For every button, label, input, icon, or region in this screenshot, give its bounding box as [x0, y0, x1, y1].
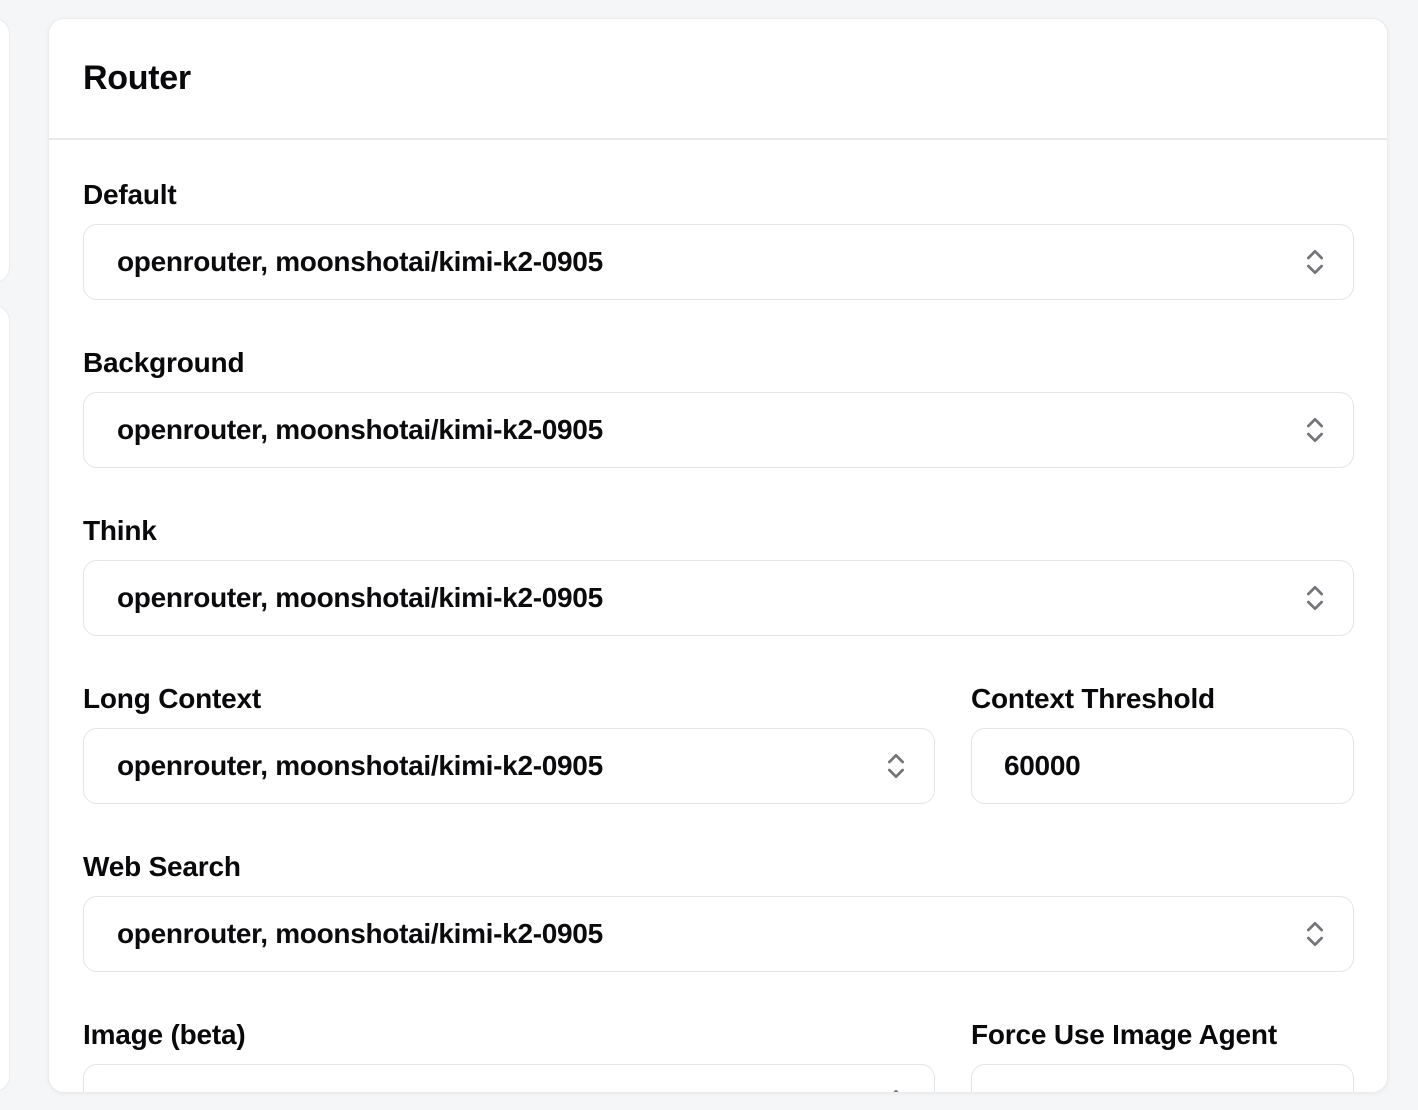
web-search-label: Web Search	[83, 851, 241, 882]
default-label: Default	[83, 179, 177, 210]
context-threshold-input[interactable]	[971, 728, 1354, 804]
field-group-think: Think openrouter, moonshotai/kimi-k2-090…	[83, 514, 1354, 636]
field-group-force-use-image-agent: Force Use Image Agent	[971, 1018, 1354, 1092]
chevrons-up-down-icon	[880, 750, 912, 782]
field-group-long-context: Long Context openrouter, moonshotai/kimi…	[83, 682, 935, 804]
field-group-context-threshold: Context Threshold	[971, 682, 1354, 804]
image-label: Image (beta)	[83, 1019, 246, 1050]
think-model-select[interactable]: openrouter, moonshotai/kimi-k2-0905	[83, 560, 1354, 636]
think-model-value: openrouter, moonshotai/kimi-k2-0905	[117, 582, 603, 613]
field-row-long-context: Long Context openrouter, moonshotai/kimi…	[83, 682, 1354, 804]
chevrons-up-down-icon	[1299, 582, 1331, 614]
partial-card-left-bottom	[0, 305, 10, 1092]
background-label: Background	[83, 347, 245, 378]
field-group-default: Default openrouter, moonshotai/kimi-k2-0…	[83, 178, 1354, 300]
web-search-model-select[interactable]: openrouter, moonshotai/kimi-k2-0905	[83, 896, 1354, 972]
card-content: Default openrouter, moonshotai/kimi-k2-0…	[49, 140, 1387, 1092]
field-group-background: Background openrouter, moonshotai/kimi-k…	[83, 346, 1354, 468]
card-header: Router	[49, 19, 1387, 140]
long-context-model-select[interactable]: openrouter, moonshotai/kimi-k2-0905	[83, 728, 935, 804]
long-context-label: Long Context	[83, 683, 262, 714]
page-title: Router	[83, 59, 191, 97]
image-model-select[interactable]	[83, 1064, 935, 1092]
web-search-model-value: openrouter, moonshotai/kimi-k2-0905	[117, 918, 603, 949]
context-threshold-label: Context Threshold	[971, 683, 1215, 714]
chevrons-up-down-icon	[1299, 246, 1331, 278]
router-settings-card: Router Default openrouter, moonshotai/ki…	[48, 18, 1388, 1093]
field-group-image: Image (beta)	[83, 1018, 935, 1092]
background-model-select[interactable]: openrouter, moonshotai/kimi-k2-0905	[83, 392, 1354, 468]
chevrons-up-down-icon	[880, 1086, 912, 1092]
chevrons-up-down-icon	[1299, 414, 1331, 446]
long-context-model-value: openrouter, moonshotai/kimi-k2-0905	[117, 750, 603, 781]
field-row-image: Image (beta) Force Use Image Agent	[83, 1018, 1354, 1092]
default-model-value: openrouter, moonshotai/kimi-k2-0905	[117, 246, 603, 277]
partial-card-left-top	[0, 18, 10, 283]
force-use-image-agent-select[interactable]	[971, 1064, 1354, 1092]
default-model-select[interactable]: openrouter, moonshotai/kimi-k2-0905	[83, 224, 1354, 300]
think-label: Think	[83, 515, 157, 546]
field-group-web-search: Web Search openrouter, moonshotai/kimi-k…	[83, 850, 1354, 972]
page: Router Default openrouter, moonshotai/ki…	[0, 0, 1418, 1110]
force-use-image-agent-label: Force Use Image Agent	[971, 1019, 1277, 1050]
background-model-value: openrouter, moonshotai/kimi-k2-0905	[117, 414, 603, 445]
chevrons-up-down-icon	[1299, 918, 1331, 950]
